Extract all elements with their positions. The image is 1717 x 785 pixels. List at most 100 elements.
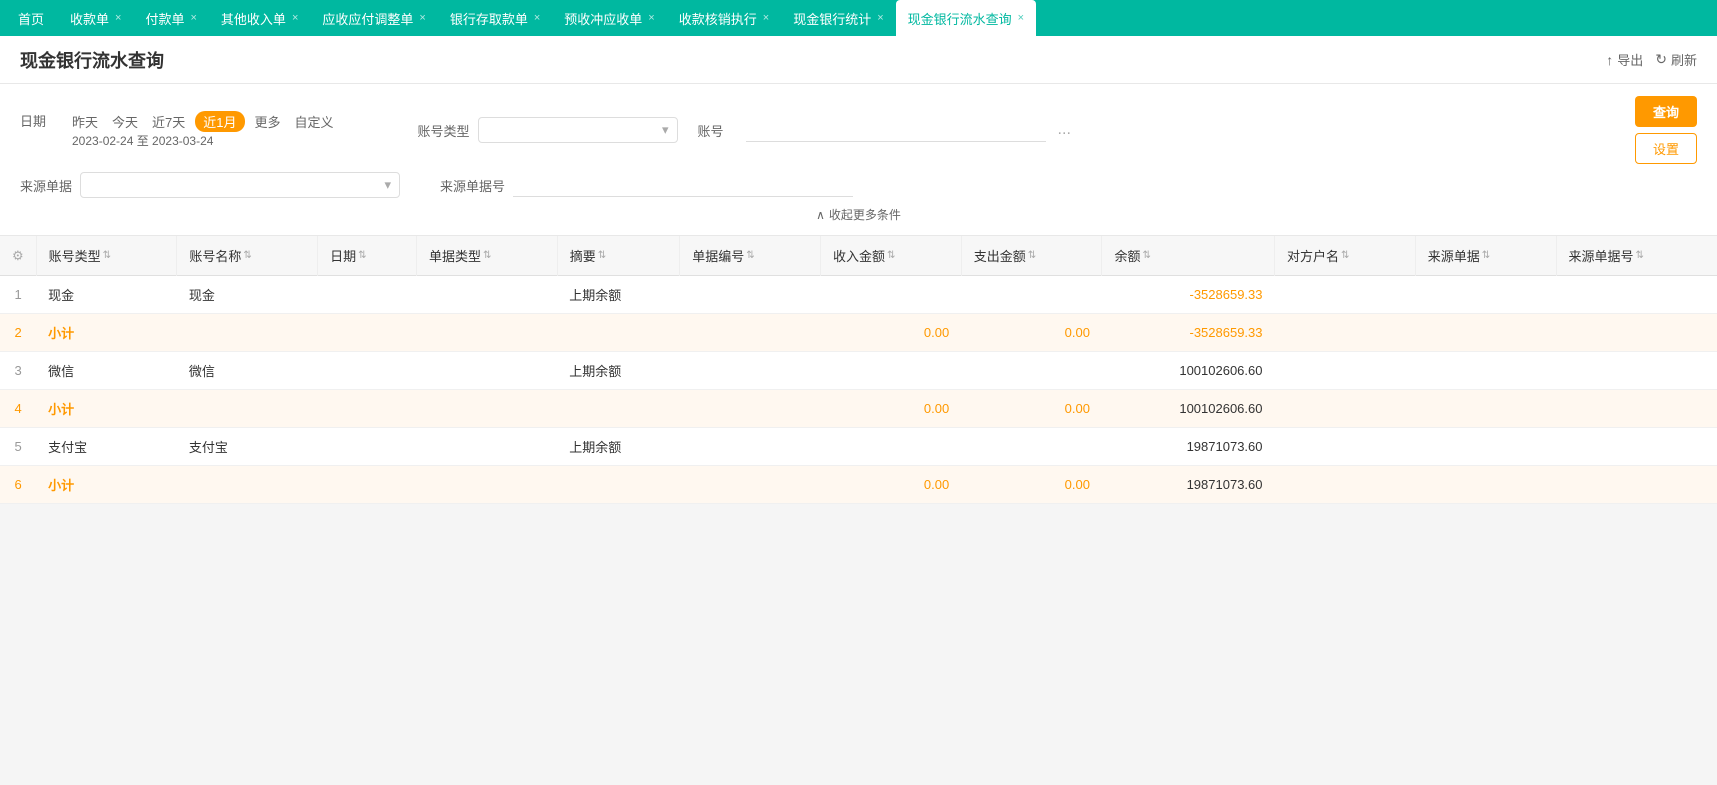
data-table: ⚙ 账号类型⇅ 账号名称⇅ 日期⇅ 单据类型⇅ 摘要⇅ 单据编号 [0, 236, 1717, 504]
nav-tab-6[interactable]: 收款核销执行 × [667, 0, 781, 36]
cell-expense: 0.00 [961, 390, 1102, 428]
close-tab-6-icon[interactable]: × [763, 12, 769, 24]
cell-doc-no [680, 352, 821, 390]
close-tab-0-icon[interactable]: × [115, 12, 121, 24]
cell-account-name [177, 390, 318, 428]
th-income[interactable]: 收入金额⇅ [820, 236, 961, 276]
account-type-select[interactable]: ▾ [478, 117, 678, 143]
nav-tab-2[interactable]: 其他收入单 × [209, 0, 310, 36]
filter-area: 日期 昨天 今天 近7天 近1月 更多 自定义 2023-02-24 至 202… [0, 84, 1717, 236]
th-account-name[interactable]: 账号名称⇅ [177, 236, 318, 276]
refresh-icon: ↻ [1655, 51, 1667, 68]
date-yesterday[interactable]: 昨天 [68, 111, 102, 132]
nav-tab-7[interactable]: 现金银行统计 × [781, 0, 895, 36]
source-doc-select[interactable]: ▾ [80, 172, 400, 198]
th-gear[interactable]: ⚙ [0, 236, 36, 276]
cell-account-name: 支付宝 [177, 428, 318, 466]
cell-expense [961, 428, 1102, 466]
gear-icon[interactable]: ⚙ [12, 248, 24, 263]
cell-source-doc [1415, 314, 1556, 352]
th-summary[interactable]: 摘要⇅ [557, 236, 679, 276]
cell-doc-type [417, 276, 558, 314]
th-doc-no[interactable]: 单据编号⇅ [680, 236, 821, 276]
th-source-doc-no[interactable]: 来源单据号⇅ [1556, 236, 1717, 276]
cell-source-doc [1415, 352, 1556, 390]
cell-date [318, 352, 417, 390]
nav-tab-4[interactable]: 银行存取款单 × [438, 0, 552, 36]
cell-counterparty [1275, 314, 1416, 352]
cell-doc-no [680, 390, 821, 428]
cell-account-type: 支付宝 [36, 428, 177, 466]
cell-num: 2 [0, 314, 36, 352]
cell-account-name [177, 466, 318, 504]
table-row: 1 现金 现金 上期余额 -3528659.33 [0, 276, 1717, 314]
th-expense[interactable]: 支出金额⇅ [961, 236, 1102, 276]
cell-balance: 19871073.60 [1102, 428, 1275, 466]
cell-date [318, 428, 417, 466]
table-row: 5 支付宝 支付宝 上期余额 19871073.60 [0, 428, 1717, 466]
nav-tab-3[interactable]: 应收应付调整单 × [310, 0, 437, 36]
cell-income [820, 276, 961, 314]
cell-expense [961, 276, 1102, 314]
nav-tab-8[interactable]: 现金银行流水查询 × [896, 0, 1036, 36]
th-counterparty[interactable]: 对方户名⇅ [1275, 236, 1416, 276]
nav-tab-5[interactable]: 预收冲应收单 × [552, 0, 666, 36]
cell-expense: 0.00 [961, 314, 1102, 352]
th-date[interactable]: 日期⇅ [318, 236, 417, 276]
cell-summary: 上期余额 [557, 352, 679, 390]
cell-counterparty [1275, 428, 1416, 466]
close-tab-5-icon[interactable]: × [648, 12, 654, 24]
source-doc-no-input[interactable] [513, 173, 853, 197]
close-tab-1-icon[interactable]: × [190, 12, 196, 24]
close-tab-3-icon[interactable]: × [419, 12, 425, 24]
search-button[interactable]: 查询 [1635, 96, 1697, 127]
cell-account-name [177, 314, 318, 352]
cell-counterparty [1275, 466, 1416, 504]
refresh-button[interactable]: ↻ 刷新 [1655, 50, 1697, 69]
cell-summary [557, 314, 679, 352]
cell-doc-type [417, 428, 558, 466]
cell-summary [557, 390, 679, 428]
close-tab-2-icon[interactable]: × [292, 12, 298, 24]
th-doc-type[interactable]: 单据类型⇅ [417, 236, 558, 276]
cell-doc-type [417, 466, 558, 504]
settings-button[interactable]: 设置 [1635, 133, 1697, 164]
cell-source-doc-no [1556, 314, 1717, 352]
cell-doc-no [680, 276, 821, 314]
date-recent1m[interactable]: 近1月 [195, 111, 244, 132]
nav-tab-0[interactable]: 收款单 × [58, 0, 133, 36]
cell-date [318, 314, 417, 352]
cell-account-type: 微信 [36, 352, 177, 390]
date-today[interactable]: 今天 [108, 111, 142, 132]
cell-source-doc-no [1556, 466, 1717, 504]
sort-icon-account-type: ⇅ [103, 250, 111, 261]
date-more[interactable]: 更多 [251, 111, 285, 132]
account-input[interactable] [746, 118, 1046, 142]
cell-doc-no [680, 466, 821, 504]
account-dots-icon[interactable]: ... [1058, 121, 1071, 139]
table-body: 1 现金 现金 上期余额 -3528659.33 2 小计 0.00 0.00 … [0, 276, 1717, 504]
sort-icon-counterparty: ⇅ [1341, 250, 1349, 261]
sort-icon-source-doc: ⇅ [1482, 250, 1490, 261]
date-custom[interactable]: 自定义 [291, 111, 338, 132]
close-tab-8-icon[interactable]: × [1018, 12, 1024, 24]
sort-icon-summary: ⇅ [598, 250, 606, 261]
export-button[interactable]: ↑ 导出 [1606, 50, 1643, 69]
close-tab-4-icon[interactable]: × [534, 12, 540, 24]
cell-balance: 100102606.60 [1102, 390, 1275, 428]
th-account-type[interactable]: 账号类型⇅ [36, 236, 177, 276]
cell-expense [961, 352, 1102, 390]
cell-source-doc-no [1556, 390, 1717, 428]
cell-account-type: 小计 [36, 314, 177, 352]
sort-icon-account-name: ⇅ [243, 250, 251, 261]
close-tab-7-icon[interactable]: × [877, 12, 883, 24]
nav-home[interactable]: 首页 [4, 9, 58, 28]
cell-doc-no [680, 314, 821, 352]
th-balance[interactable]: 余额⇅ [1102, 236, 1275, 276]
th-source-doc[interactable]: 来源单据⇅ [1415, 236, 1556, 276]
chevron-up-icon: ∧ [816, 208, 825, 222]
collapse-bar[interactable]: ∧ 收起更多条件 [20, 206, 1697, 223]
date-recent7[interactable]: 近7天 [148, 111, 189, 132]
nav-tab-1[interactable]: 付款单 × [133, 0, 208, 36]
cell-account-type: 小计 [36, 390, 177, 428]
